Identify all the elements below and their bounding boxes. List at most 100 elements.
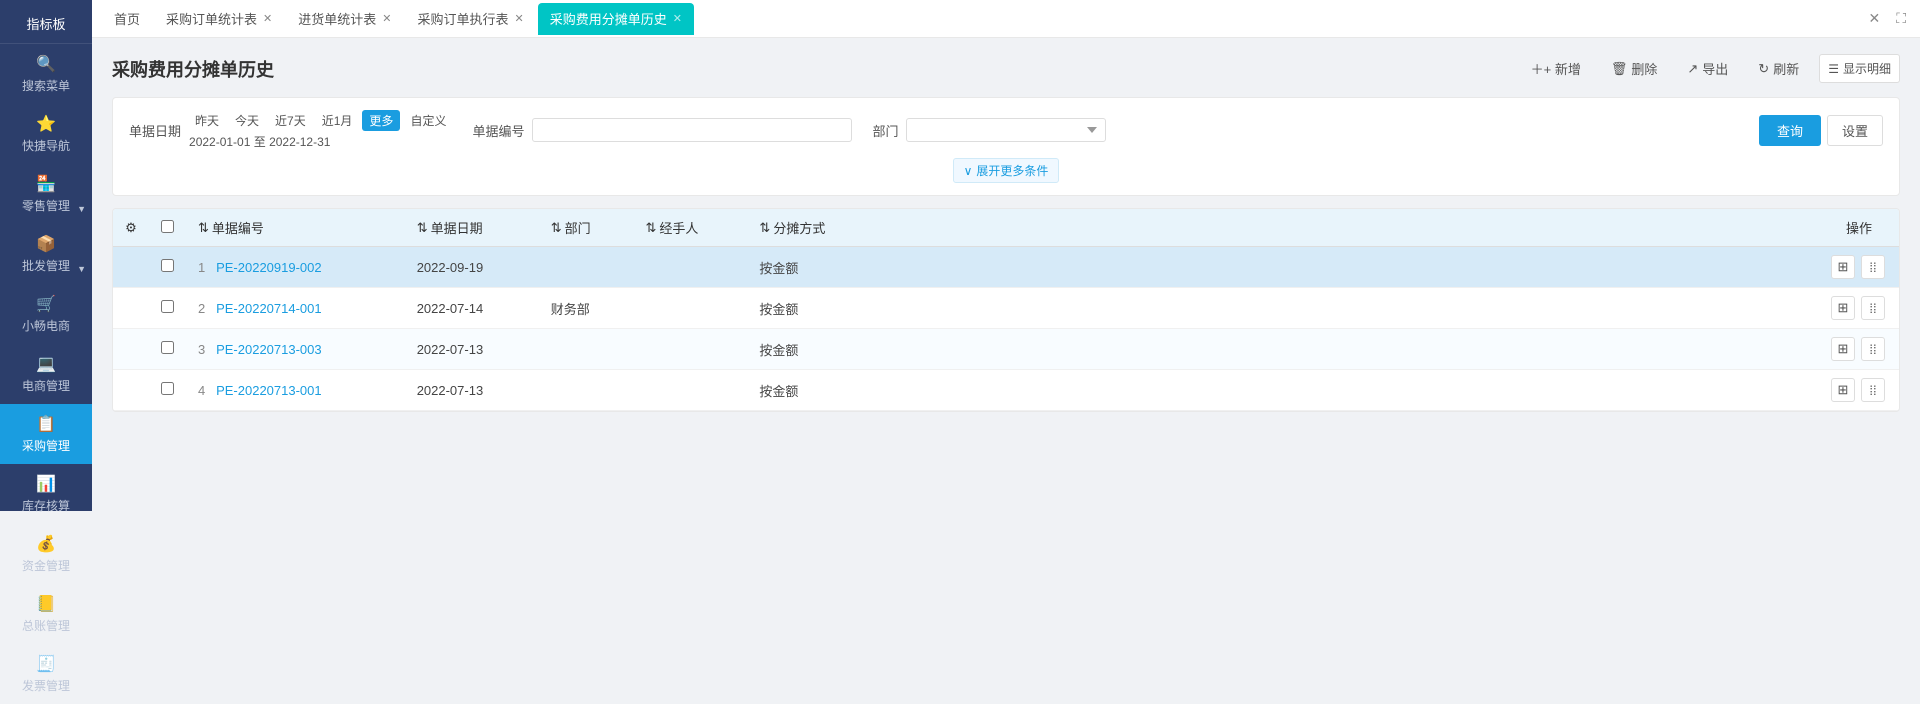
sidebar-item-label: 零售管理 [22,197,70,214]
sidebar-item-quick-nav[interactable]: ⭐ 快捷导航 [0,104,92,164]
sidebar-item-label: 库存核算 [22,497,70,514]
tab-close-icon[interactable]: ✕ [515,12,524,25]
edit-btn[interactable]: ⊞ [1831,337,1855,361]
edit-btn[interactable]: ⊞ [1831,296,1855,320]
row-split-method: 按金额 [747,370,1819,411]
add-icon: ＋ [1531,59,1544,78]
row-dept [539,370,634,411]
doc-no-input[interactable] [532,118,852,142]
col-settings[interactable]: ⚙ [113,209,149,247]
doc-no-link[interactable]: PE-20220713-001 [216,383,322,398]
export-button[interactable]: ↗ 导出 [1677,54,1738,83]
tab-close-icon[interactable]: ✕ [263,12,272,25]
sidebar-item-invoice[interactable]: 🧾 发票管理 [0,644,92,704]
ledger-icon: 📒 [36,594,56,614]
row-doc-no: 4 PE-20220713-001 [186,370,405,411]
doc-no-link[interactable]: PE-20220714-001 [216,301,322,316]
tab-close-icon[interactable]: ✕ [382,12,391,25]
dept-select[interactable] [906,118,1106,142]
doc-no-link[interactable]: PE-20220919-002 [216,260,322,275]
sidebar-item-mini-shop[interactable]: 🛒 小畅电商 [0,284,92,344]
filter-row: 单据日期 昨天 今天 近7天 近1月 更多 自定义 2022-01-01 至 2… [129,110,1883,150]
sort-date[interactable]: ⇅单据日期 [417,218,483,237]
chevron-down-icon: ▼ [77,264,86,274]
filter-settings-button[interactable]: 设置 [1827,115,1883,146]
row-checkbox[interactable] [161,341,174,354]
chevron-down-icon: ▼ [77,204,86,214]
row-checkbox[interactable] [161,259,174,272]
search-icon: 🔍 [36,54,56,74]
maximize-btn[interactable]: ⛶ [1892,8,1910,29]
date-filter: 单据日期 昨天 今天 近7天 近1月 更多 自定义 2022-01-01 至 2… [129,110,452,150]
row-checkbox[interactable] [161,300,174,313]
expand-more-btn[interactable]: ∨ 展开更多条件 [953,158,1060,183]
shortcut-custom[interactable]: 自定义 [404,110,452,131]
sort-split-method[interactable]: ⇅分摊方式 [759,218,825,237]
row-number: 2 [198,301,212,316]
tab-purchase-cost-split[interactable]: 采购费用分摊单历史 ✕ [538,3,694,35]
more-btn[interactable]: ⁞⁞ [1861,255,1885,279]
edit-btn[interactable]: ⊞ [1831,378,1855,402]
show-cols-button[interactable]: ☰ 显示明细 [1819,54,1900,83]
sidebar-item-label: 批发管理 [22,257,70,274]
more-btn[interactable]: ⁞⁞ [1861,296,1885,320]
page-header: 采购费用分摊单历史 ＋ + 新增 🗑 删除 ↗ 导出 ↻ 刷新 [112,54,1900,83]
sort-icon: ⇅ [759,220,770,236]
add-button[interactable]: ＋ + 新增 [1521,54,1591,83]
sidebar-item-retail[interactable]: 🏪 零售管理 ▼ [0,164,92,224]
sort-icon: ⇅ [198,220,209,236]
doc-no-filter: 单据编号 [472,118,852,142]
sidebar-item-ecommerce[interactable]: 💻 电商管理 [0,344,92,404]
tab-controls: ✕ ⛶ [1864,8,1910,29]
shortcut-today[interactable]: 今天 [229,110,265,131]
more-btn[interactable]: ⁞⁞ [1861,337,1885,361]
select-all-checkbox[interactable] [161,220,174,233]
row-doc-no: 2 PE-20220714-001 [186,288,405,329]
query-button[interactable]: 查询 [1759,115,1821,146]
sidebar-item-purchase[interactable]: 📋 采购管理 [0,404,92,464]
sidebar-item-label: 资金管理 [22,557,70,574]
row-handler [633,288,747,329]
sidebar-item-label: 搜索菜单 [22,77,70,94]
row-number: 4 [198,383,212,398]
row-settings [113,288,149,329]
row-handler [633,247,747,288]
sidebar-item-inventory[interactable]: 📊 库存核算 [0,464,92,524]
tab-home[interactable]: 首页 [102,3,152,35]
tab-goods-receipt-stats[interactable]: 进货单统计表 ✕ [286,3,403,35]
refresh-button[interactable]: ↻ 刷新 [1748,54,1809,83]
shortcut-1month[interactable]: 近1月 [316,110,359,131]
row-checkbox-cell[interactable] [149,329,186,370]
row-date: 2022-07-13 [405,329,539,370]
row-doc-no: 3 PE-20220713-003 [186,329,405,370]
shortcut-7days[interactable]: 近7天 [269,110,312,131]
sort-doc-no[interactable]: ⇅单据编号 [198,218,264,237]
sidebar-item-search[interactable]: 🔍 搜索菜单 [0,44,92,104]
tab-purchase-order-stats[interactable]: 采购订单统计表 ✕ [154,3,284,35]
toolbar: ＋ + 新增 🗑 删除 ↗ 导出 ↻ 刷新 ☰ 显示明细 [1521,54,1900,83]
tab-purchase-order-exec[interactable]: 采购订单执行表 ✕ [405,3,535,35]
edit-btn[interactable]: ⊞ [1831,255,1855,279]
row-dept: 财务部 [539,288,634,329]
sort-handler[interactable]: ⇅经手人 [645,218,698,237]
shortcut-yesterday[interactable]: 昨天 [189,110,225,131]
col-checkbox[interactable] [149,209,186,247]
shortcut-more[interactable]: 更多 [362,110,400,131]
sidebar-item-finance[interactable]: 💰 资金管理 [0,524,92,584]
sidebar-item-wholesale[interactable]: 📦 批发管理 ▼ [0,224,92,284]
delete-button[interactable]: 🗑 删除 [1601,54,1668,83]
row-checkbox[interactable] [161,382,174,395]
doc-no-link[interactable]: PE-20220713-003 [216,342,322,357]
more-btn[interactable]: ⁞⁞ [1861,378,1885,402]
row-checkbox-cell[interactable] [149,288,186,329]
date-shortcuts-container: 昨天 今天 近7天 近1月 更多 自定义 2022-01-01 至 2022-1… [189,110,452,150]
sidebar-item-general-ledger[interactable]: 📒 总账管理 [0,584,92,644]
sort-dept[interactable]: ⇅部门 [551,218,591,237]
export-icon: ↗ [1687,61,1698,77]
row-checkbox-cell[interactable] [149,247,186,288]
row-checkbox-cell[interactable] [149,370,186,411]
row-actions: ⊞ ⁞⁞ [1819,247,1899,288]
close-tab-btn[interactable]: ✕ [1864,8,1884,29]
tab-close-icon[interactable]: ✕ [673,12,682,25]
sidebar: 指标板 🔍 搜索菜单 ⭐ 快捷导航 🏪 零售管理 ▼ 📦 批发管理 ▼ 🛒 小畅… [0,0,92,511]
